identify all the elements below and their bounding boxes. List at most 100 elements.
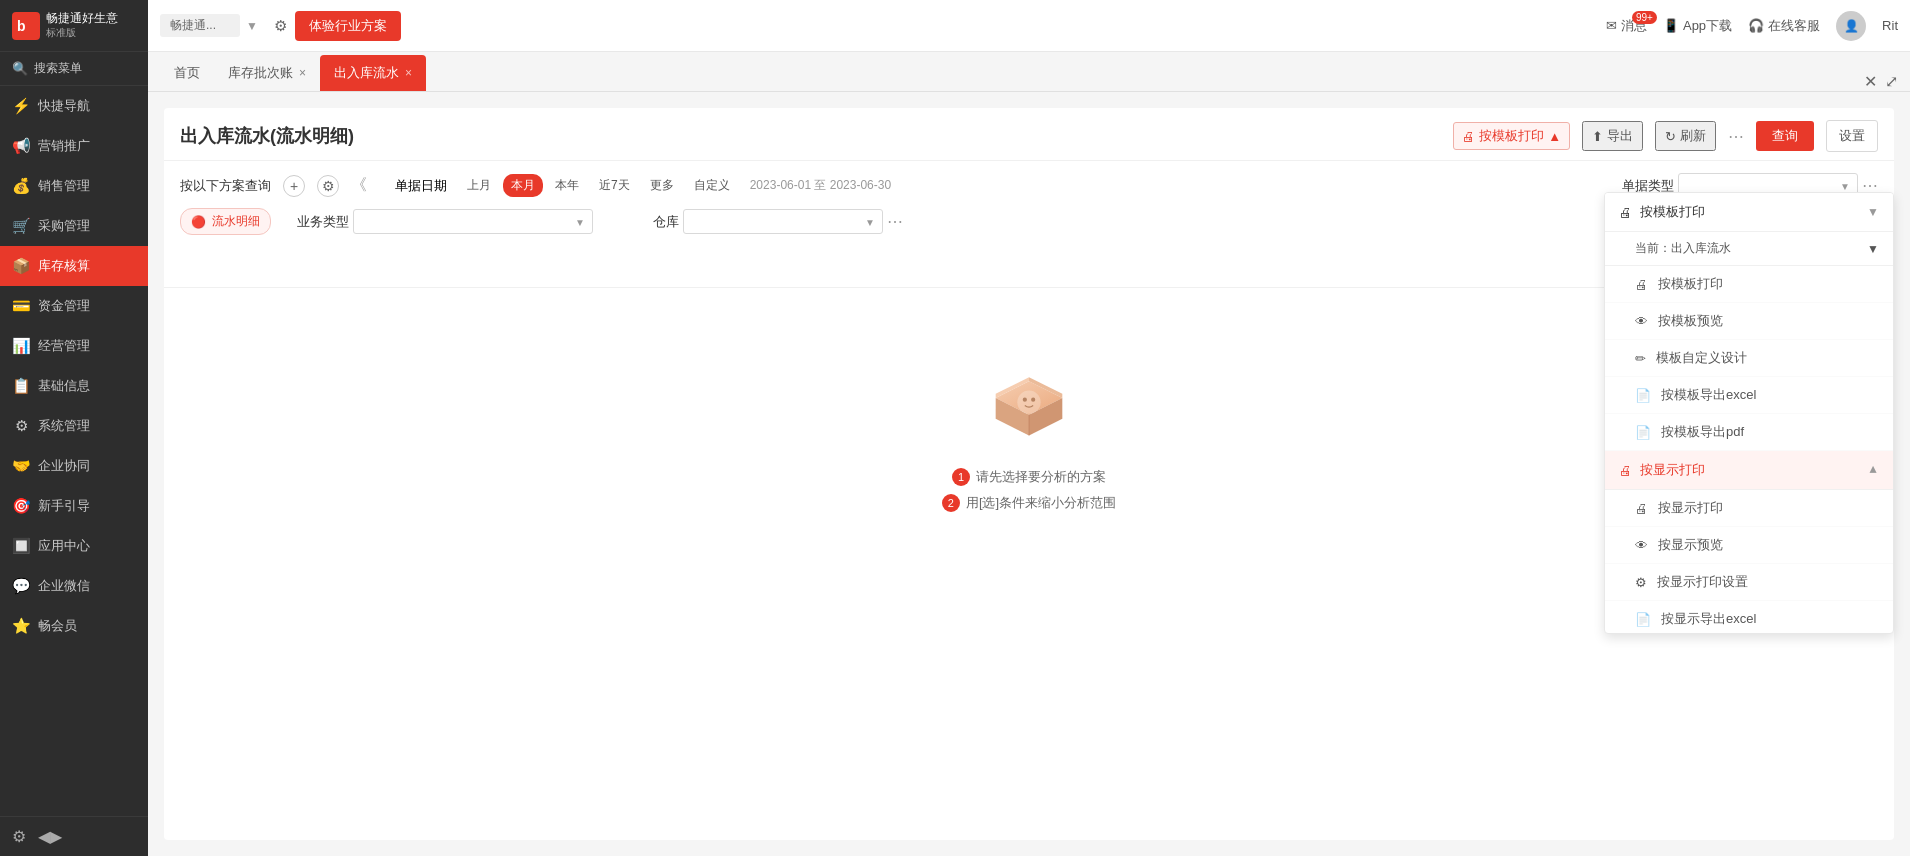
svg-point-9 [1031, 398, 1035, 402]
date-btn-lastmonth[interactable]: 上月 [459, 174, 499, 197]
svg-text:b: b [17, 18, 26, 34]
date-btn-thismonth[interactable]: 本月 [503, 174, 543, 197]
tabbar-expand-icon[interactable]: ⤢ [1885, 72, 1898, 91]
collapse-sidebar-icon[interactable]: ◀▶ [38, 827, 62, 846]
sidebar-item-system[interactable]: ⚙ 系统管理 [0, 406, 148, 446]
display-settings-item-icon: ⚙ [1635, 575, 1647, 590]
dropdown-item-display-preview[interactable]: 👁 按显示预览 [1605, 527, 1893, 564]
tab-home-label: 首页 [174, 64, 200, 82]
sidebar-item-finance[interactable]: 💳 资金管理 [0, 286, 148, 326]
sidebar-item-inventory[interactable]: 📦 库存核算 [0, 246, 148, 286]
sidebar-item-basic[interactable]: 📋 基础信息 [0, 366, 148, 406]
dropdown-item-display-print[interactable]: 🖨 按显示打印 [1605, 490, 1893, 527]
current-template-row: 当前：出入库流水 ▼ [1605, 232, 1893, 266]
app-download-button[interactable]: 📱 App下载 [1663, 17, 1732, 35]
sidebar-footer: ⚙ ◀▶ [0, 816, 148, 856]
display-excel-item-label: 按显示导出excel [1661, 610, 1756, 628]
username-display[interactable]: Rit [1882, 18, 1898, 33]
business-type-select[interactable] [353, 209, 593, 234]
refresh-label: 刷新 [1680, 127, 1706, 145]
settings-icon[interactable]: ⚙ [12, 827, 26, 846]
service-label: 在线客服 [1768, 17, 1820, 35]
display-print-header-icon: 🖨 [1619, 463, 1632, 478]
tab-flow[interactable]: 出入库流水 × [320, 55, 426, 91]
flow-tag: 🔴 流水明细 [180, 208, 271, 235]
avatar[interactable]: 👤 [1836, 11, 1866, 41]
more-actions-icon[interactable]: ⋯ [1728, 127, 1744, 146]
sidebar-item-shortcut[interactable]: ⚡ 快捷导航 [0, 86, 148, 126]
user-dropdown-icon[interactable]: ▼ [246, 19, 258, 33]
dropdown-item-template-excel[interactable]: 📄 按模板导出excel [1605, 377, 1893, 414]
template-pdf-item-icon: 📄 [1635, 425, 1651, 440]
dropdown-item-display-settings[interactable]: ⚙ 按显示打印设置 [1605, 564, 1893, 601]
date-btn-custom[interactable]: 自定义 [686, 174, 738, 197]
main-area: 畅捷通... ▼ ⚙ 体验行业方案 ✉ 消息 99+ 📱 App下载 🎧 在线客… [148, 0, 1910, 856]
empty-hint-1: 1 请先选择要分析的方案 [952, 468, 1106, 486]
sidebar-item-purchase[interactable]: 🛒 采购管理 [0, 206, 148, 246]
current-template-label: 当前：出入库流水 [1635, 240, 1731, 257]
filter-collapse-button[interactable]: 《 [351, 175, 367, 196]
display-settings-item-label: 按显示打印设置 [1657, 573, 1748, 591]
template-print-header[interactable]: 🖨 按模板打印 ▼ [1605, 193, 1893, 232]
dropdown-item-template-preview[interactable]: 👁 按模板预览 [1605, 303, 1893, 340]
topbar: 畅捷通... ▼ ⚙ 体验行业方案 ✉ 消息 99+ 📱 App下载 🎧 在线客… [148, 0, 1910, 52]
export-button[interactable]: ⬆ 导出 [1582, 121, 1643, 151]
basic-icon: 📋 [12, 377, 30, 395]
dropdown-item-template-design[interactable]: ✏ 模板自定义设计 [1605, 340, 1893, 377]
query-button[interactable]: 查询 [1756, 121, 1814, 151]
dropdown-item-template-pdf[interactable]: 📄 按模板导出pdf [1605, 414, 1893, 451]
date-label: 单据日期 [395, 177, 447, 195]
tab-flow-close[interactable]: × [405, 66, 412, 80]
filter-settings-button[interactable]: ⚙ [317, 175, 339, 197]
refresh-button[interactable]: ↻ 刷新 [1655, 121, 1716, 151]
sidebar-item-sales[interactable]: 💰 销售管理 [0, 166, 148, 206]
appcenter-icon: 🔲 [12, 537, 30, 555]
user-area: 畅捷通... ▼ [160, 14, 258, 37]
print-button[interactable]: 🖨 按模板打印 ▲ [1453, 122, 1570, 150]
date-btn-7days[interactable]: 近7天 [591, 174, 638, 197]
date-btn-thisyear[interactable]: 本年 [547, 174, 587, 197]
online-service-button[interactable]: 🎧 在线客服 [1748, 17, 1820, 35]
tab-batch[interactable]: 库存批次账 × [214, 55, 320, 91]
template-excel-item-label: 按模板导出excel [1661, 386, 1756, 404]
sidebar-item-member[interactable]: ⭐ 畅会员 [0, 606, 148, 646]
date-btn-more[interactable]: 更多 [642, 174, 682, 197]
date-filter-group: 上月 本月 本年 近7天 更多 自定义 2023-06-01 至 2023-06… [459, 174, 1586, 197]
tab-batch-close[interactable]: × [299, 66, 306, 80]
system-icon: ⚙ [12, 417, 30, 435]
sidebar-search[interactable]: 🔍 搜索菜单 [0, 52, 148, 86]
settings-gear-icon[interactable]: ⚙ [274, 17, 287, 35]
sidebar-item-guide[interactable]: 🎯 新手引导 [0, 486, 148, 526]
user-name-display[interactable]: 畅捷通... [160, 14, 240, 37]
sidebar-item-enterprise[interactable]: 🤝 企业协同 [0, 446, 148, 486]
sidebar-item-label: 系统管理 [38, 417, 90, 435]
filter-add-button[interactable]: + [283, 175, 305, 197]
sidebar-item-marketing[interactable]: 📢 营销推广 [0, 126, 148, 166]
enterprise-icon: 🤝 [12, 457, 30, 475]
tabbar-close-icon[interactable]: ✕ [1864, 72, 1877, 91]
trial-button[interactable]: 体验行业方案 [295, 11, 401, 41]
display-print-header[interactable]: 🖨 按显示打印 ▼ [1605, 451, 1893, 490]
sidebar-item-appcenter[interactable]: 🔲 应用中心 [0, 526, 148, 566]
print-arrow-up-icon: ▲ [1548, 129, 1561, 144]
template-design-item-label: 模板自定义设计 [1656, 349, 1747, 367]
page-title: 出入库流水(流水明细) [180, 124, 354, 148]
guide-icon: 🎯 [12, 497, 30, 515]
sidebar-item-operations[interactable]: 📊 经营管理 [0, 326, 148, 366]
dropdown-item-display-excel[interactable]: 📄 按显示导出excel [1605, 601, 1893, 633]
sidebar-item-label: 库存核算 [38, 257, 90, 275]
display-print-item-icon: 🖨 [1635, 501, 1648, 516]
template-design-item-icon: ✏ [1635, 351, 1646, 366]
dropdown-item-template-print[interactable]: 🖨 按模板打印 [1605, 266, 1893, 303]
app-label: App下载 [1683, 17, 1732, 35]
app-icon: 📱 [1663, 18, 1679, 33]
warehouse-more-icon[interactable]: ⋯ [887, 212, 903, 231]
sidebar-item-wechat[interactable]: 💬 企业微信 [0, 566, 148, 606]
message-button[interactable]: ✉ 消息 99+ [1606, 17, 1647, 35]
settings-button[interactable]: 设置 [1826, 120, 1878, 152]
warehouse-select[interactable] [683, 209, 883, 234]
marketing-icon: 📢 [12, 137, 30, 155]
business-type-group: 业务类型 [297, 209, 593, 234]
logo-icon: b [12, 12, 40, 40]
tab-home[interactable]: 首页 [160, 55, 214, 91]
